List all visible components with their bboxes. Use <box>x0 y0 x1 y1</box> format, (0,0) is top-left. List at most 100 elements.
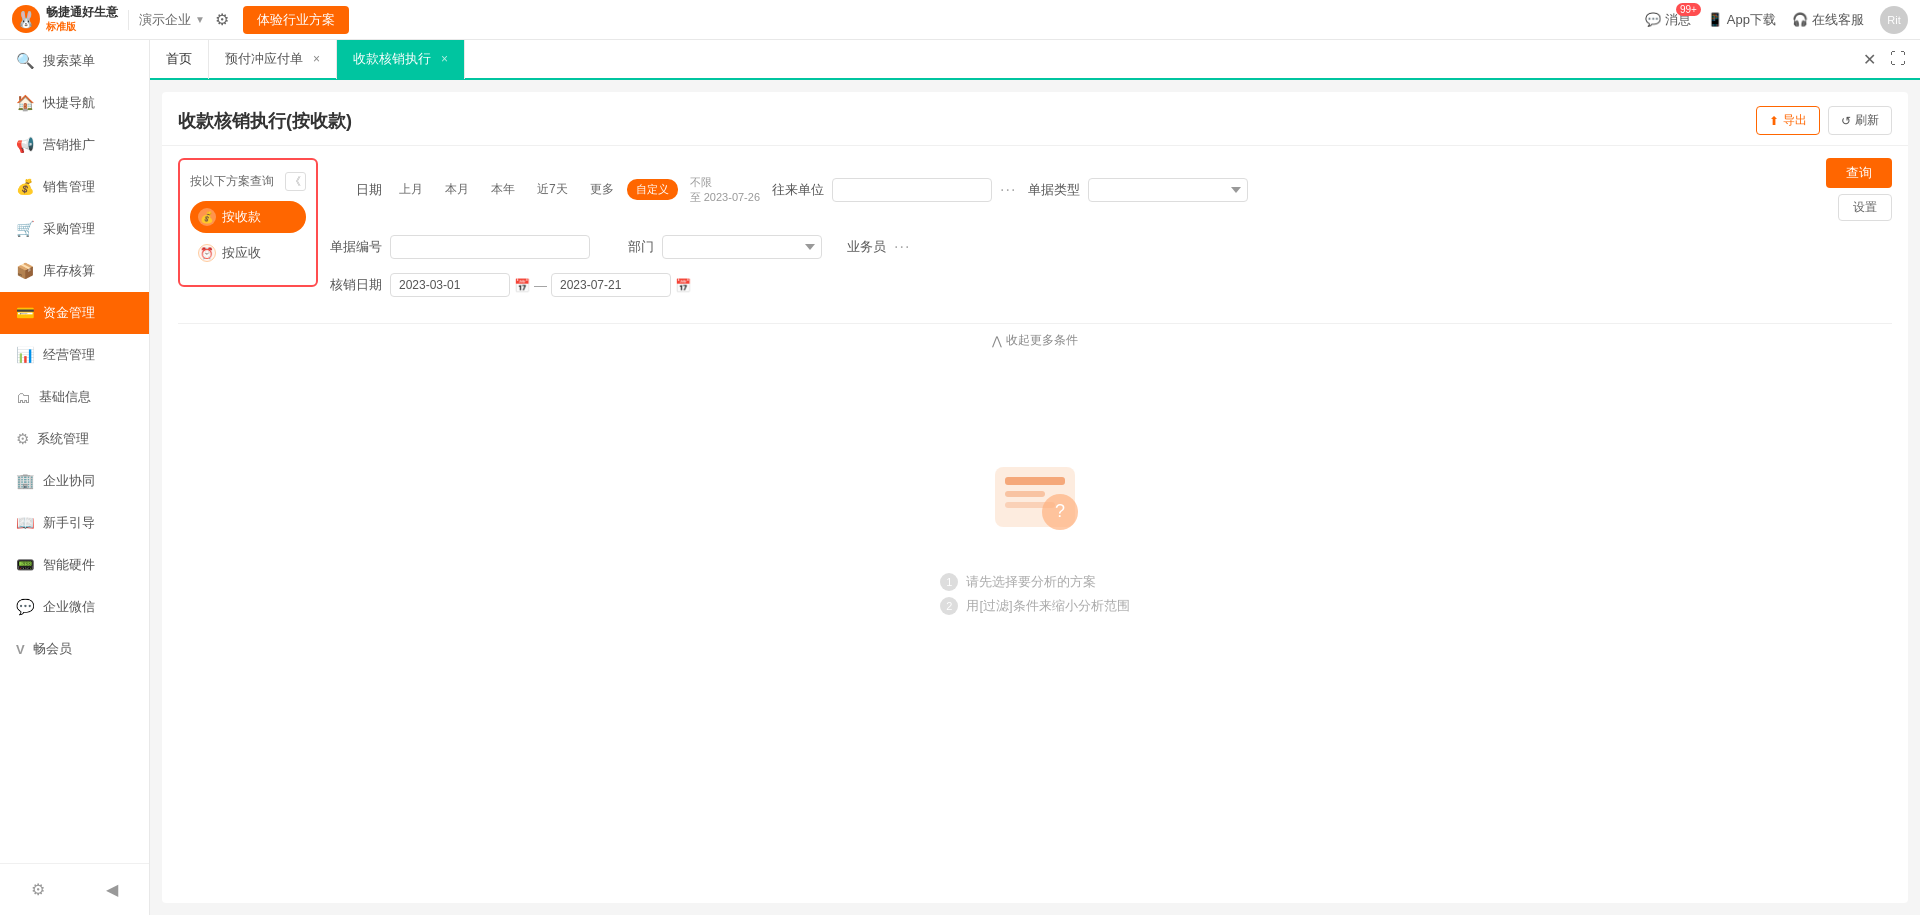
tab-bar-actions: ✕ ⛶ <box>1857 46 1920 73</box>
tab-receivable-close-icon[interactable]: × <box>441 52 448 66</box>
query-button[interactable]: 查询 <box>1826 158 1892 188</box>
sidebar-item-marketing[interactable]: 📢 营销推广 <box>0 124 149 166</box>
filter-left-title: 按以下方案查询 《 <box>190 172 306 191</box>
counterparty-field: 往来单位 ··· <box>772 178 1016 202</box>
sidebar-label-base: 基础信息 <box>39 388 91 406</box>
filter-option-by-receivable[interactable]: ⏰ 按应收 <box>190 237 306 269</box>
sidebar-item-wechat[interactable]: 💬 企业微信 <box>0 586 149 628</box>
company-selector[interactable]: 演示企业 ▼ <box>139 11 205 29</box>
svg-text:?: ? <box>1055 501 1065 521</box>
collapse-more-button[interactable]: ⋀ 收起更多条件 <box>178 323 1892 357</box>
salesperson-label: 业务员 <box>834 238 886 256</box>
sidebar-item-corp[interactable]: 🏢 企业协同 <box>0 460 149 502</box>
svg-rect-2 <box>1005 491 1045 497</box>
tip-num-2: 2 <box>940 597 958 615</box>
empty-illustration: ? <box>975 437 1095 557</box>
department-select[interactable] <box>662 235 822 259</box>
sidebar-label-hardware: 智能硬件 <box>43 556 95 574</box>
verify-date-range: 📅 — 📅 <box>390 273 691 297</box>
base-icon: 🗂 <box>16 389 31 406</box>
sidebar-item-finance[interactable]: 💳 资金管理 <box>0 292 149 334</box>
verify-start-cal-icon[interactable]: 📅 <box>514 278 530 293</box>
salesperson-field: 业务员 ··· <box>834 238 910 256</box>
collapse-left-button[interactable]: 《 <box>285 172 306 191</box>
inventory-icon: 📦 <box>16 262 35 280</box>
page-title: 收款核销执行(按收款) <box>178 109 352 133</box>
sidebar-item-guide[interactable]: 📖 新手引导 <box>0 502 149 544</box>
date-7days[interactable]: 近7天 <box>528 177 577 202</box>
member-icon: V <box>16 642 25 657</box>
sidebar-label-operation: 经营管理 <box>43 346 95 364</box>
date-last-month[interactable]: 上月 <box>390 177 432 202</box>
tab-prepay-label: 预付冲应付单 <box>225 50 303 68</box>
user-avatar[interactable]: Rit <box>1880 6 1908 34</box>
sidebar-item-member[interactable]: V 畅会员 <box>0 628 149 670</box>
tab-expand-button[interactable]: ⛶ <box>1884 46 1912 72</box>
tab-home[interactable]: 首页 <box>150 40 209 79</box>
date-this-month[interactable]: 本月 <box>436 177 478 202</box>
export-icon: ⬆ <box>1769 114 1779 128</box>
tip-text-2: 用[过滤]条件来缩小分析范围 <box>966 597 1129 615</box>
tab-receivable[interactable]: 收款核销执行 × <box>337 40 465 79</box>
sidebar-item-sales[interactable]: 💰 销售管理 <box>0 166 149 208</box>
topbar-right: 💬 消息 99+ 📱 App下载 🎧 在线客服 Rit <box>1645 6 1908 34</box>
sidebar-item-operation[interactable]: 📊 经营管理 <box>0 334 149 376</box>
date-unlimit-text: 不限 至 2023-07-26 <box>690 175 760 205</box>
filter-row-1: 日期 上月 本月 本年 近7天 更多 自定义 <box>330 158 1892 221</box>
user-name: Rit <box>1887 14 1900 26</box>
sidebar-collapse-icon[interactable]: ◀ <box>98 872 126 907</box>
settings-button[interactable]: 设置 <box>1838 194 1892 221</box>
sidebar-item-quicknav[interactable]: 🏠 快捷导航 <box>0 82 149 124</box>
tab-close-button[interactable]: ✕ <box>1857 46 1882 73</box>
message-button[interactable]: 💬 消息 99+ <box>1645 11 1691 29</box>
sidebar-item-system[interactable]: ⚙ 系统管理 <box>0 418 149 460</box>
verify-end-cal-icon[interactable]: 📅 <box>675 278 691 293</box>
settings-icon[interactable]: ⚙ <box>215 10 229 29</box>
tab-prepay-close-icon[interactable]: × <box>313 52 320 66</box>
topbar-divider1 <box>128 10 129 30</box>
date-more[interactable]: 更多 <box>581 177 623 202</box>
message-icon: 💬 <box>1645 12 1661 27</box>
date-this-year[interactable]: 本年 <box>482 177 524 202</box>
operation-icon: 📊 <box>16 346 35 364</box>
receipt-option-icon: 💰 <box>198 208 216 226</box>
counterparty-input[interactable] <box>832 178 992 202</box>
salesperson-more-icon[interactable]: ··· <box>894 238 910 256</box>
verify-date-start-input[interactable] <box>390 273 510 297</box>
tip-text-1: 请先选择要分析的方案 <box>966 573 1096 591</box>
sidebar-label-sales: 销售管理 <box>43 178 95 196</box>
hardware-icon: 📟 <box>16 556 35 574</box>
sidebar-label-purchase: 采购管理 <box>43 220 95 238</box>
doc-type-select[interactable] <box>1088 178 1248 202</box>
system-icon: ⚙ <box>16 430 29 448</box>
sidebar-settings-icon[interactable]: ⚙ <box>23 872 53 907</box>
doc-number-input[interactable] <box>390 235 590 259</box>
tab-prepay[interactable]: 预付冲应付单 × <box>209 40 337 79</box>
finance-icon: 💳 <box>16 304 35 322</box>
sidebar-item-hardware[interactable]: 📟 智能硬件 <box>0 544 149 586</box>
date-label: 日期 <box>330 181 382 199</box>
solution-button[interactable]: 体验行业方案 <box>243 6 349 34</box>
app-logo: 🐰 畅捷通好生意 标准版 <box>12 5 118 33</box>
sidebar: 🔍 搜索菜单 🏠 快捷导航 📢 营销推广 💰 销售管理 🛒 采购管理 📦 库存核… <box>0 40 150 915</box>
sidebar-bottom: ⚙ ◀ <box>0 863 149 915</box>
app-download-button[interactable]: 📱 App下载 <box>1707 11 1776 29</box>
export-button[interactable]: ⬆ 导出 <box>1756 106 1820 135</box>
app-name: 畅捷通好生意 <box>46 5 118 19</box>
doc-number-label: 单据编号 <box>330 238 382 256</box>
verify-date-end-input[interactable] <box>551 273 671 297</box>
filter-option-by-receipt[interactable]: 💰 按收款 <box>190 201 306 233</box>
receivable-option-icon: ⏰ <box>198 244 216 262</box>
date-field: 日期 上月 本月 本年 近7天 更多 自定义 <box>330 175 760 205</box>
sidebar-item-base[interactable]: 🗂 基础信息 <box>0 376 149 418</box>
date-custom[interactable]: 自定义 <box>627 179 678 200</box>
receipt-option-label: 按收款 <box>222 208 261 226</box>
empty-tips: 1 请先选择要分析的方案 2 用[过滤]条件来缩小分析范围 <box>940 573 1129 621</box>
sales-icon: 💰 <box>16 178 35 196</box>
online-support-button[interactable]: 🎧 在线客服 <box>1792 11 1864 29</box>
sidebar-item-purchase[interactable]: 🛒 采购管理 <box>0 208 149 250</box>
counterparty-more-icon[interactable]: ··· <box>1000 181 1016 199</box>
refresh-button[interactable]: ↺ 刷新 <box>1828 106 1892 135</box>
sidebar-item-inventory[interactable]: 📦 库存核算 <box>0 250 149 292</box>
sidebar-item-search[interactable]: 🔍 搜索菜单 <box>0 40 149 82</box>
